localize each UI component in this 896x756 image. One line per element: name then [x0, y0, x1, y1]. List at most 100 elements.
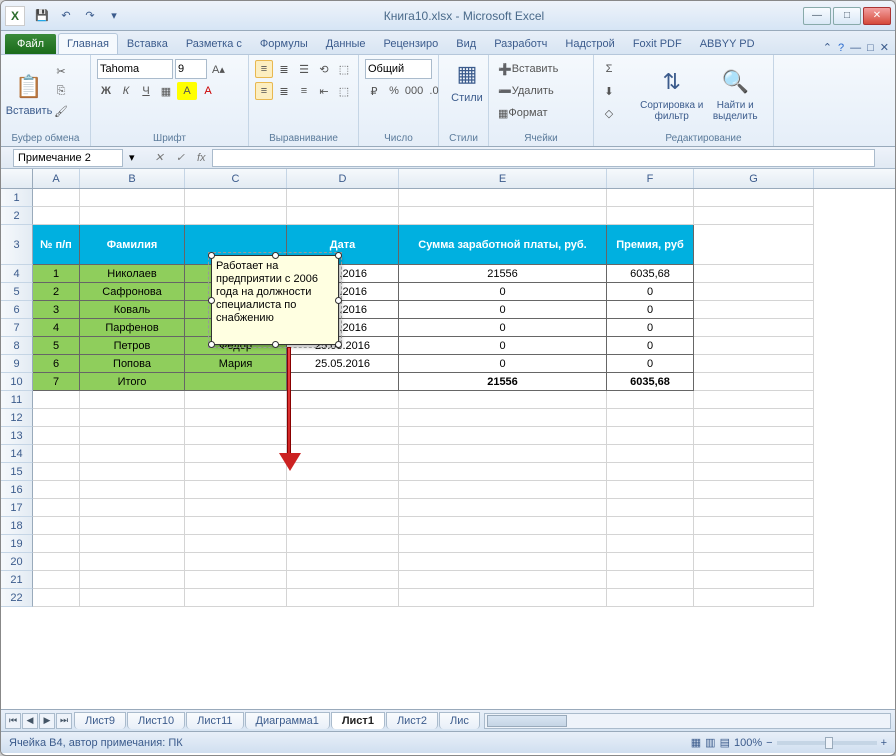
cell[interactable] [694, 499, 814, 517]
cell[interactable] [399, 553, 607, 571]
cell[interactable] [694, 319, 814, 337]
copy-button[interactable]: ⎘ [51, 82, 71, 100]
comment-popup[interactable]: Работает на предприятии с 2006 года на д… [211, 255, 339, 345]
row-header[interactable]: 16 [1, 481, 33, 499]
view-normal-icon[interactable]: ▦ [691, 736, 701, 749]
border-button[interactable]: ▦ [157, 82, 175, 100]
percent-button[interactable]: % [385, 82, 403, 100]
cell[interactable] [80, 409, 185, 427]
cell[interactable] [33, 553, 80, 571]
cell[interactable] [185, 589, 287, 607]
col-header[interactable]: C [185, 169, 287, 188]
row-header[interactable]: 10 [1, 373, 33, 391]
cell[interactable]: 7 [33, 373, 80, 391]
tab-abbyy[interactable]: ABBYY PD [691, 33, 764, 54]
name-box[interactable] [13, 149, 123, 167]
select-all-corner[interactable] [1, 169, 33, 188]
resize-handle[interactable] [335, 252, 342, 259]
row-header[interactable]: 12 [1, 409, 33, 427]
tab-data[interactable]: Данные [317, 33, 375, 54]
cell[interactable] [80, 517, 185, 535]
slider-thumb[interactable] [825, 737, 833, 749]
resize-handle[interactable] [272, 252, 279, 259]
row-header[interactable]: 3 [1, 225, 33, 265]
cell[interactable] [33, 391, 80, 409]
sheet-nav-first[interactable]: ⏮ [5, 713, 21, 729]
sheet-nav-next[interactable]: ▶ [39, 713, 55, 729]
tab-review[interactable]: Рецензиро [375, 33, 448, 54]
cell[interactable] [185, 207, 287, 225]
row-header[interactable]: 8 [1, 337, 33, 355]
minimize-ribbon-icon[interactable]: ⌃ [823, 41, 832, 54]
cell[interactable] [80, 481, 185, 499]
cell[interactable]: 0 [399, 301, 607, 319]
resize-handle[interactable] [208, 252, 215, 259]
cell[interactable]: 1 [33, 265, 80, 283]
cell[interactable] [607, 427, 694, 445]
table-header[interactable]: Премия, руб [607, 225, 694, 265]
col-header[interactable]: B [80, 169, 185, 188]
cell[interactable] [33, 589, 80, 607]
cell[interactable] [185, 189, 287, 207]
tab-home[interactable]: Главная [58, 33, 118, 54]
cell[interactable] [694, 463, 814, 481]
cell[interactable]: 0 [399, 283, 607, 301]
cell[interactable] [287, 481, 399, 499]
tab-layout[interactable]: Разметка с [177, 33, 251, 54]
find-select-button[interactable]: 🔍 Найти и выделить [704, 58, 768, 130]
cell[interactable]: 0 [607, 301, 694, 319]
cell[interactable] [694, 571, 814, 589]
tab-developer[interactable]: Разработч [485, 33, 556, 54]
format-painter-button[interactable]: 🖌 [51, 102, 71, 120]
cell[interactable]: 6035,68 [607, 265, 694, 283]
enter-icon[interactable]: ✓ [176, 151, 185, 164]
cell[interactable] [399, 589, 607, 607]
cell[interactable]: Сафронова [80, 283, 185, 301]
sheet-tab[interactable]: Диаграмма1 [245, 712, 330, 729]
row-header[interactable]: 18 [1, 517, 33, 535]
cell[interactable] [607, 571, 694, 589]
tab-foxit[interactable]: Foxit PDF [624, 33, 691, 54]
cell[interactable] [287, 207, 399, 225]
cell[interactable] [33, 207, 80, 225]
cell[interactable]: 3 [33, 301, 80, 319]
resize-handle[interactable] [208, 341, 215, 348]
cell[interactable] [694, 553, 814, 571]
cell[interactable] [287, 427, 399, 445]
cell[interactable] [287, 571, 399, 589]
col-header[interactable]: D [287, 169, 399, 188]
italic-button[interactable]: К [117, 82, 135, 100]
cell[interactable]: 2 [33, 283, 80, 301]
cell[interactable]: 6035,68 [607, 373, 694, 391]
cell[interactable] [607, 553, 694, 571]
delete-cells-button[interactable]: ➖ Удалить [495, 82, 557, 100]
align-left-button[interactable]: ≡ [255, 82, 273, 100]
cell[interactable] [399, 571, 607, 589]
comma-button[interactable]: 000 [405, 82, 423, 100]
tab-formulas[interactable]: Формулы [251, 33, 317, 54]
undo-button[interactable]: ↶ [55, 5, 77, 27]
cell[interactable] [399, 409, 607, 427]
align-center-button[interactable]: ≣ [275, 82, 293, 100]
sheet-nav-prev[interactable]: ◀ [22, 713, 38, 729]
cell[interactable] [287, 373, 399, 391]
fill-button[interactable]: ⬇ [600, 82, 618, 100]
fx-icon[interactable]: fx [197, 152, 206, 164]
cancel-icon[interactable]: ✕ [155, 151, 164, 164]
cell[interactable] [694, 391, 814, 409]
cell[interactable]: 21556 [399, 265, 607, 283]
cell[interactable] [33, 571, 80, 589]
cell[interactable] [80, 535, 185, 553]
row-header[interactable]: 13 [1, 427, 33, 445]
cell[interactable] [694, 207, 814, 225]
cell[interactable] [287, 409, 399, 427]
cell[interactable] [185, 517, 287, 535]
horizontal-scrollbar[interactable] [484, 713, 891, 729]
cell[interactable] [33, 189, 80, 207]
sheet-tab[interactable]: Лист1 [331, 712, 385, 729]
cell[interactable] [80, 445, 185, 463]
row-header[interactable]: 19 [1, 535, 33, 553]
help-icon[interactable]: ? [838, 42, 844, 54]
cell[interactable] [33, 481, 80, 499]
close-button[interactable]: ✕ [863, 7, 891, 25]
